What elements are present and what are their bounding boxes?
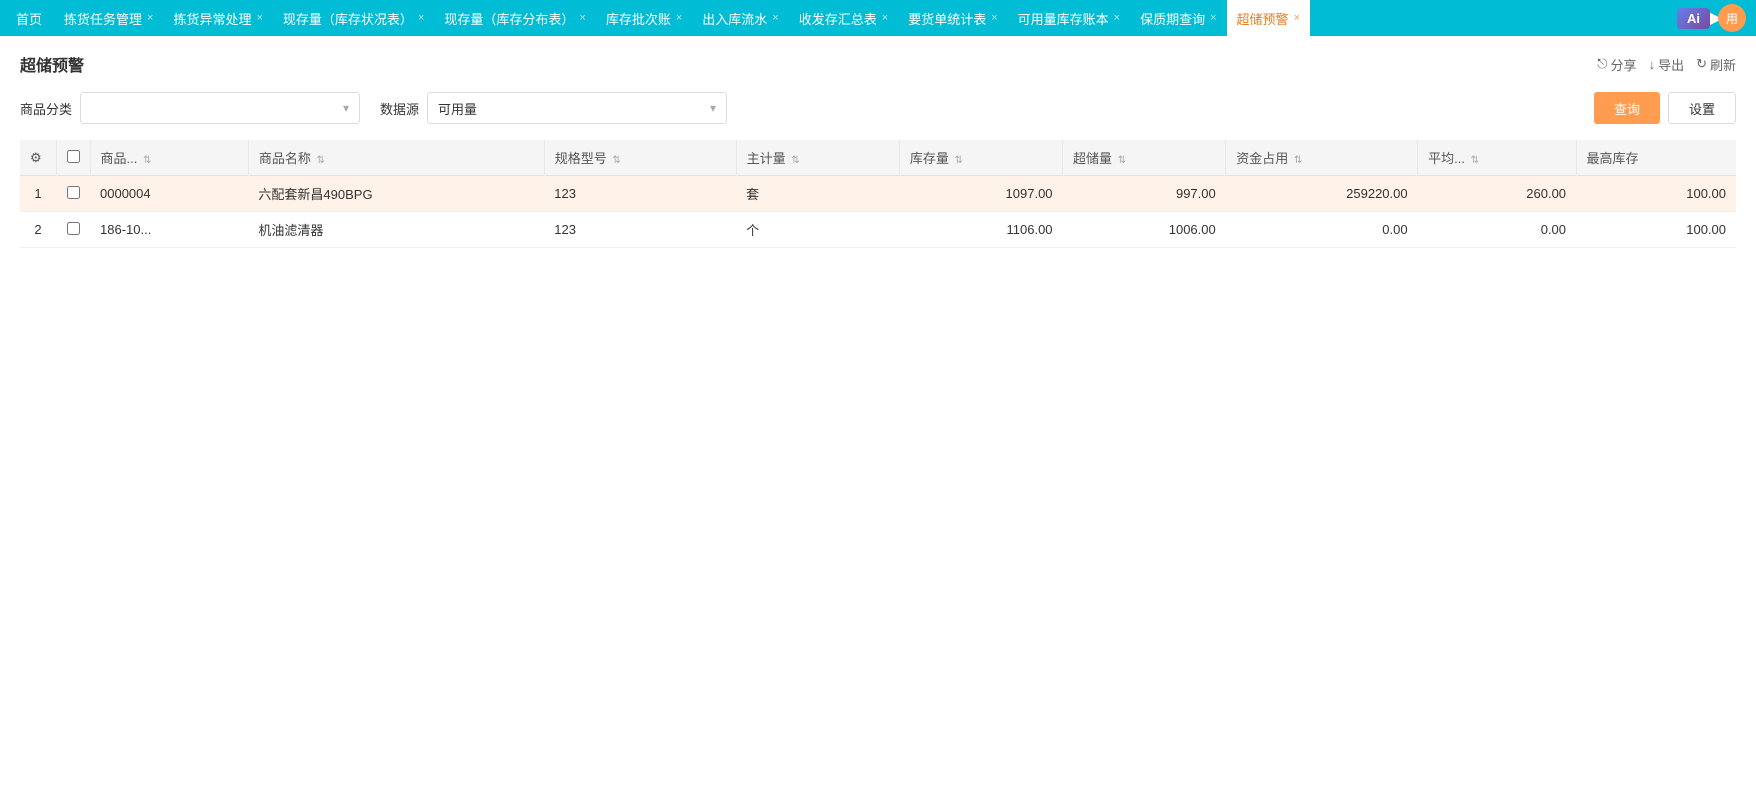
product-code: 186-10... xyxy=(90,212,248,248)
col-stock[interactable]: 库存量 ⇅ xyxy=(899,140,1062,176)
nav-home[interactable]: 首页 xyxy=(4,9,54,28)
table-row: 2 186-10... 机油滤清器 123 个 1106.00 1006.00 … xyxy=(20,212,1736,248)
nav-tab[interactable]: 要货单统计表× xyxy=(898,0,1007,36)
tab-close-icon[interactable]: × xyxy=(418,12,424,24)
col-overstock[interactable]: 超储量 ⇅ xyxy=(1063,140,1226,176)
max-stock: 100.00 xyxy=(1576,212,1736,248)
data-table: ⚙ 商品... ⇅ 商品名称 ⇅ 规格型号 ⇅ 主计量 ⇅ 库存量 ⇅ 超储量 … xyxy=(20,140,1736,248)
avg: 0.00 xyxy=(1418,212,1576,248)
col-product-name[interactable]: 商品名称 ⇅ xyxy=(248,140,544,176)
col-product-code[interactable]: 商品... ⇅ xyxy=(90,140,248,176)
capital: 259220.00 xyxy=(1226,176,1418,212)
top-navigation: 首页 拣货任务管理×拣货异常处理×现存量（库存状况表）×现存量（库存分布表）×库… xyxy=(0,0,1756,36)
nav-tab[interactable]: 现存量（库存分布表）× xyxy=(434,0,595,36)
tab-close-icon[interactable]: × xyxy=(991,12,997,24)
nav-tab[interactable]: 拣货异常处理× xyxy=(163,0,272,36)
export-action[interactable]: ↓ 导出 xyxy=(1649,55,1685,74)
capital: 0.00 xyxy=(1226,212,1418,248)
tab-close-icon[interactable]: × xyxy=(256,12,262,24)
unit: 套 xyxy=(736,176,899,212)
spec: 123 xyxy=(544,176,736,212)
avg: 260.00 xyxy=(1418,176,1576,212)
table-row: 1 0000004 六配套新昌490BPG 123 套 1097.00 997.… xyxy=(20,176,1736,212)
category-filter: 商品分类 ▾ xyxy=(20,92,360,124)
datasource-label: 数据源 xyxy=(380,99,419,118)
page-container: 超储预警 ⎋ 分享 ↓ 导出 ↻ 刷新 商品分类 ▾ 数据源 xyxy=(0,36,1756,264)
table-body: 1 0000004 六配套新昌490BPG 123 套 1097.00 997.… xyxy=(20,176,1736,248)
refresh-icon: ↻ xyxy=(1696,56,1707,72)
col-capital[interactable]: 资金占用 ⇅ xyxy=(1226,140,1418,176)
unit: 个 xyxy=(736,212,899,248)
row-number: 1 xyxy=(20,176,56,212)
tab-close-icon[interactable]: × xyxy=(579,12,585,24)
col-avg[interactable]: 平均... ⇅ xyxy=(1418,140,1576,176)
filter-row: 商品分类 ▾ 数据源 可用量 ▾ 查询 设置 xyxy=(20,92,1736,124)
product-name: 六配套新昌490BPG xyxy=(248,176,544,212)
product-name: 机油滤清器 xyxy=(248,212,544,248)
nav-tab[interactable]: 库存批次账× xyxy=(596,0,692,36)
datasource-value: 可用量 xyxy=(438,99,477,118)
col-spec[interactable]: 规格型号 ⇅ xyxy=(544,140,736,176)
tab-close-icon[interactable]: × xyxy=(1294,12,1300,24)
filter-buttons: 查询 设置 xyxy=(1594,92,1736,124)
query-button[interactable]: 查询 xyxy=(1594,92,1660,124)
datasource-filter: 数据源 可用量 ▾ xyxy=(380,92,727,124)
tab-close-icon[interactable]: × xyxy=(1114,12,1120,24)
tab-close-icon[interactable]: × xyxy=(147,12,153,24)
row-checkbox-cell[interactable] xyxy=(56,212,90,248)
row-checkbox[interactable] xyxy=(67,186,80,199)
tab-close-icon[interactable]: × xyxy=(676,12,682,24)
ai-button[interactable]: Ai xyxy=(1677,8,1710,29)
max-stock: 100.00 xyxy=(1576,176,1736,212)
page-title: 超储预警 xyxy=(20,52,84,76)
datasource-chevron: ▾ xyxy=(710,101,716,115)
nav-tab[interactable]: 可用量库存账本× xyxy=(1008,0,1130,36)
product-code: 0000004 xyxy=(90,176,248,212)
export-icon: ↓ xyxy=(1649,57,1656,72)
overstock: 997.00 xyxy=(1063,176,1226,212)
stock: 1106.00 xyxy=(899,212,1062,248)
select-all-checkbox[interactable] xyxy=(67,150,80,163)
row-checkbox-cell[interactable] xyxy=(56,176,90,212)
nav-tab[interactable]: 超储预警× xyxy=(1227,0,1310,36)
share-action[interactable]: ⎋ 分享 xyxy=(1597,55,1636,74)
nav-tab[interactable]: 现存量（库存状况表）× xyxy=(273,0,434,36)
spec: 123 xyxy=(544,212,736,248)
tab-close-icon[interactable]: × xyxy=(1210,12,1216,24)
table-header: ⚙ 商品... ⇅ 商品名称 ⇅ 规格型号 ⇅ 主计量 ⇅ 库存量 ⇅ 超储量 … xyxy=(20,140,1736,176)
refresh-action[interactable]: ↻ 刷新 xyxy=(1696,55,1736,74)
overstock: 1006.00 xyxy=(1063,212,1226,248)
tab-close-icon[interactable]: × xyxy=(772,12,778,24)
row-number: 2 xyxy=(20,212,56,248)
share-icon: ⎋ xyxy=(1597,56,1607,72)
category-select[interactable]: ▾ xyxy=(80,92,360,124)
top-right-area: Ai 用 xyxy=(1677,0,1756,36)
col-max-stock: 最高库存 xyxy=(1576,140,1736,176)
col-gear[interactable]: ⚙ xyxy=(20,140,56,176)
col-select-all[interactable] xyxy=(56,140,90,176)
page-title-row: 超储预警 ⎋ 分享 ↓ 导出 ↻ 刷新 xyxy=(20,52,1736,76)
nav-tab[interactable]: 出入库流水× xyxy=(692,0,788,36)
datasource-select[interactable]: 可用量 ▾ xyxy=(427,92,727,124)
nav-tab[interactable]: 拣货任务管理× xyxy=(54,0,163,36)
tab-close-icon[interactable]: × xyxy=(882,12,888,24)
row-checkbox[interactable] xyxy=(67,222,80,235)
settings-button[interactable]: 设置 xyxy=(1668,92,1736,124)
page-actions: ⎋ 分享 ↓ 导出 ↻ 刷新 xyxy=(1597,55,1736,74)
nav-tab[interactable]: 收发存汇总表× xyxy=(789,0,898,36)
stock: 1097.00 xyxy=(899,176,1062,212)
avatar[interactable]: 用 xyxy=(1718,4,1746,32)
category-label: 商品分类 xyxy=(20,99,72,118)
category-chevron: ▾ xyxy=(343,101,349,115)
nav-tab[interactable]: 保质期查询× xyxy=(1130,0,1226,36)
col-unit[interactable]: 主计量 ⇅ xyxy=(736,140,899,176)
